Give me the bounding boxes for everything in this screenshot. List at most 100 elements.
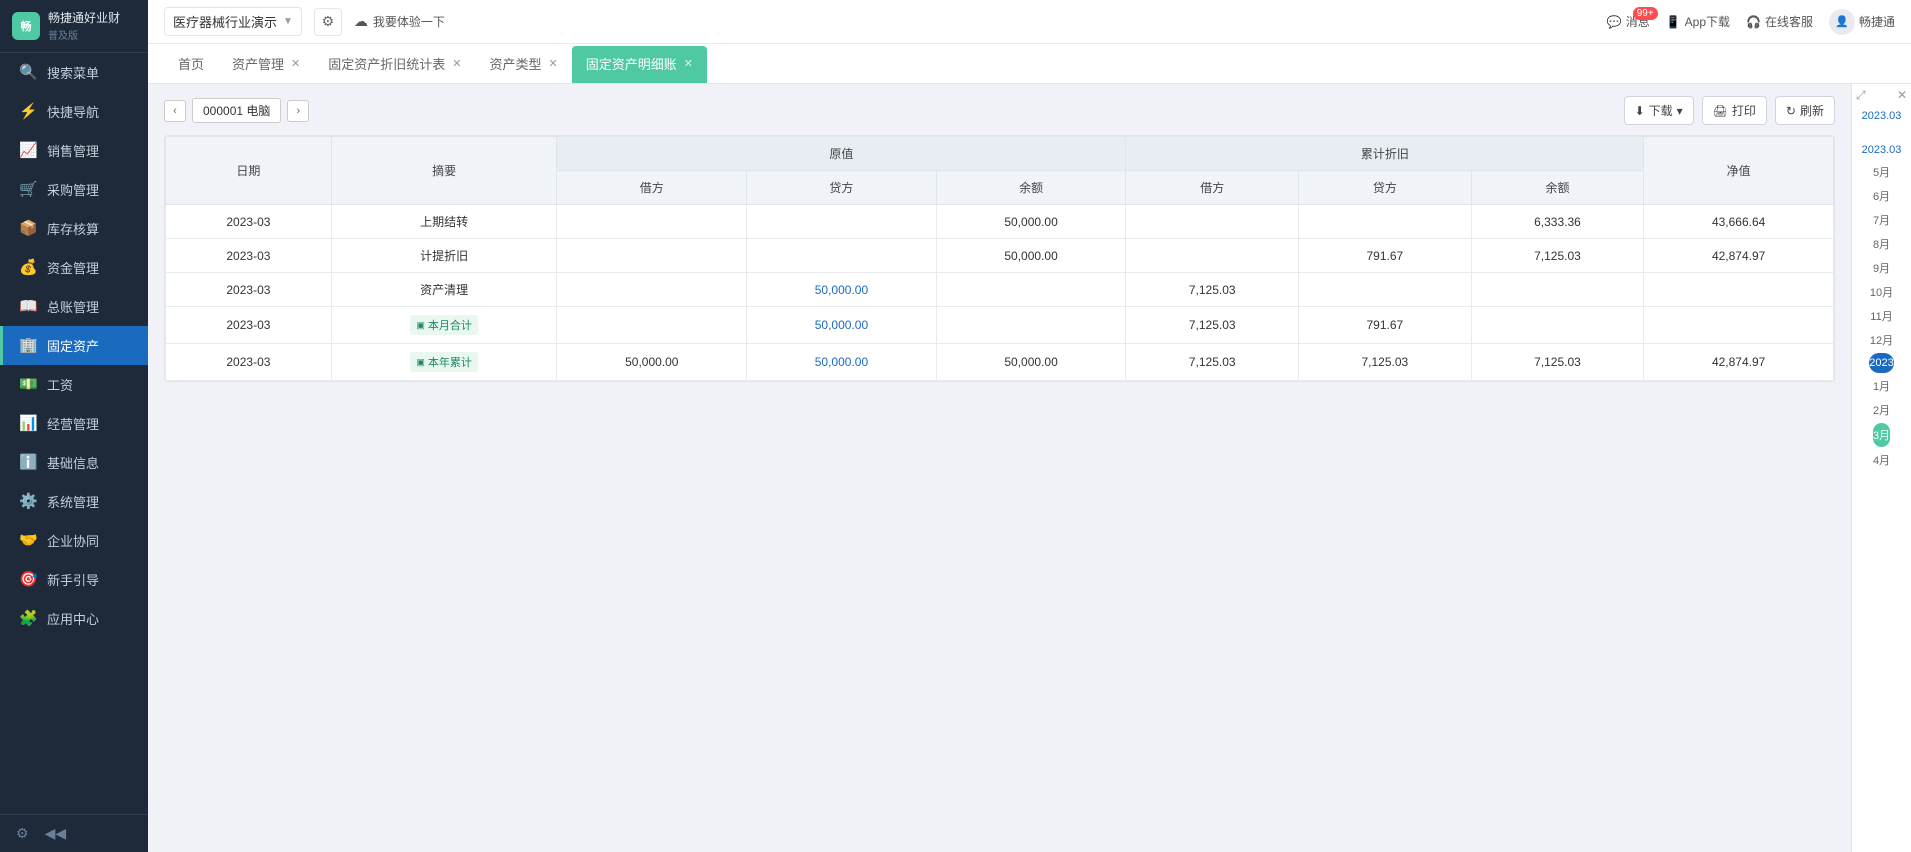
tab-depreciation-stats[interactable]: 固定资产折旧统计表 ✕ xyxy=(314,46,475,83)
sidebar-item-label: 快捷导航 xyxy=(47,102,99,121)
tab-close-icon[interactable]: ✕ xyxy=(291,57,300,70)
sidebar-item-basic-info[interactable]: ℹ️ 基础信息 xyxy=(0,443,148,482)
sidebar-item-salary[interactable]: 💵 工资 xyxy=(0,365,148,404)
service-button[interactable]: 🎧 在线客服 xyxy=(1746,13,1813,30)
print-button[interactable]: 🖨 打印 xyxy=(1702,96,1767,125)
sidebar-item-inventory[interactable]: 📦 库存核算 xyxy=(0,209,148,248)
sales-icon: 📈 xyxy=(19,141,37,159)
timeline-item[interactable]: 5月 xyxy=(1852,160,1911,184)
inventory-icon: 📦 xyxy=(19,219,37,237)
timeline-item[interactable]: 11月 xyxy=(1852,304,1911,328)
sidebar-item-app-center[interactable]: 🧩 应用中心 xyxy=(0,599,148,638)
company-dropdown-arrow: ▼ xyxy=(283,16,293,27)
sidebar-item-sales[interactable]: 📈 销售管理 xyxy=(0,131,148,170)
sidebar-item-guide[interactable]: 🎯 新手引导 xyxy=(0,560,148,599)
sidebar: 畅 畅捷通好业财 普及版 🔍 搜索菜单 ⚡ 快捷导航 📈 销售管理 🛒 采购管理 xyxy=(0,0,148,852)
logo-text: 畅捷通好业财 xyxy=(48,10,120,27)
basic-info-icon: ℹ️ xyxy=(19,453,37,471)
timeline-item[interactable]: 9月 xyxy=(1852,256,1911,280)
tab-close-icon[interactable]: ✕ xyxy=(684,57,693,70)
message-badge: 99+ xyxy=(1633,7,1658,20)
cell-net: 42,874.97 xyxy=(1644,344,1834,381)
tab-asset-detail[interactable]: 固定资产明细账 ✕ xyxy=(572,46,707,83)
sidebar-item-purchase[interactable]: 🛒 采购管理 xyxy=(0,170,148,209)
logo-icon: 畅 xyxy=(12,12,40,40)
sidebar-bottom: ⚙ ◀◀ xyxy=(0,814,148,852)
col-credit: 贷方 xyxy=(747,171,937,205)
dropdown-arrow: ▾ xyxy=(1677,104,1683,118)
settings-icon[interactable]: ⚙ xyxy=(16,825,29,842)
operations-icon: 📊 xyxy=(19,414,37,432)
tab-label: 资产管理 xyxy=(232,54,284,73)
toolbar-row: ‹ 000001 电脑 › ⬇ 下载 ▾ 🖨 打印 ↻ xyxy=(164,96,1835,125)
cell-acc-debit xyxy=(1126,239,1299,273)
gear-button[interactable]: ⚙ xyxy=(314,8,342,36)
tab-asset-type[interactable]: 资产类型 ✕ xyxy=(475,46,571,83)
timeline-header-sub: 2023.03 xyxy=(1862,144,1902,156)
timeline-item[interactable]: 1月 xyxy=(1852,374,1911,398)
tab-asset-management[interactable]: 资产管理 ✕ xyxy=(218,46,314,83)
tab-close-icon[interactable]: ✕ xyxy=(452,57,461,70)
tab-close-icon[interactable]: ✕ xyxy=(549,57,558,70)
cell-acc-balance: 7,125.03 xyxy=(1471,344,1644,381)
sidebar-item-finance[interactable]: 💰 资金管理 xyxy=(0,248,148,287)
sidebar-item-enterprise[interactable]: 🤝 企业协同 xyxy=(0,521,148,560)
sidebar-item-label: 资金管理 xyxy=(47,258,99,277)
cell-date: 2023-03 xyxy=(166,344,332,381)
sidebar-item-quick-nav[interactable]: ⚡ 快捷导航 xyxy=(0,92,148,131)
cell-acc-balance xyxy=(1471,307,1644,344)
cell-summary: 资产清理 xyxy=(331,273,557,307)
timeline-item[interactable]: 10月 xyxy=(1852,280,1911,304)
timeline-item[interactable]: 3月 xyxy=(1873,423,1890,447)
prev-record-button[interactable]: ‹ xyxy=(164,100,186,122)
experience-button[interactable]: ☁ 我要体验一下 xyxy=(354,13,445,30)
close-panel-icon[interactable]: ✕ xyxy=(1897,88,1907,102)
company-selector[interactable]: 医疗器械行业演示 ▼ xyxy=(164,7,302,36)
sidebar-item-system[interactable]: ⚙️ 系统管理 xyxy=(0,482,148,521)
tab-home[interactable]: 首页 xyxy=(164,46,218,83)
timeline-item[interactable]: 2023 xyxy=(1869,353,1893,373)
sidebar-item-label: 采购管理 xyxy=(47,180,99,199)
download-button[interactable]: 📱 App下载 xyxy=(1666,13,1730,30)
timeline-item[interactable]: 6月 xyxy=(1852,184,1911,208)
sidebar-item-ledger[interactable]: 📖 总账管理 xyxy=(0,287,148,326)
user-menu[interactable]: 👤 畅捷通 xyxy=(1829,9,1895,35)
refresh-button[interactable]: ↻ 刷新 xyxy=(1775,96,1835,125)
cell-orig-balance xyxy=(936,307,1126,344)
cell-summary: 本年累计 xyxy=(331,344,557,381)
download-button[interactable]: ⬇ 下载 ▾ xyxy=(1624,96,1694,125)
timeline-item[interactable]: 7月 xyxy=(1852,208,1911,232)
download-icon: 📱 xyxy=(1666,15,1681,29)
message-button[interactable]: 💬 消息 99+ xyxy=(1607,13,1650,30)
cell-orig-debit xyxy=(557,205,747,239)
cell-orig-debit xyxy=(557,273,747,307)
cell-summary: 计提折旧 xyxy=(331,239,557,273)
collapse-icon[interactable]: ◀◀ xyxy=(45,825,67,842)
cell-orig-balance: 50,000.00 xyxy=(936,205,1126,239)
sidebar-logo: 畅 畅捷通好业财 普及版 xyxy=(0,0,148,53)
cell-acc-balance: 7,125.03 xyxy=(1471,239,1644,273)
table-row: 2023-03 资产清理 50,000.00 7,125.03 xyxy=(166,273,1834,307)
sidebar-item-fixed-assets[interactable]: 🏢 固定资产 xyxy=(0,326,148,365)
top-header: 医疗器械行业演示 ▼ ⚙ ☁ 我要体验一下 💬 消息 99+ 📱 App下载 🎧… xyxy=(148,0,1911,44)
timeline-item[interactable]: 4月 xyxy=(1852,448,1911,472)
next-record-button[interactable]: › xyxy=(287,100,309,122)
timeline-header-top: 2023.03 xyxy=(1862,110,1902,122)
cell-acc-credit: 791.67 xyxy=(1299,307,1472,344)
timeline-item[interactable]: 8月 xyxy=(1852,232,1911,256)
cell-acc-balance xyxy=(1471,273,1644,307)
sidebar-item-label: 总账管理 xyxy=(47,297,99,316)
timeline-item[interactable]: 2月 xyxy=(1852,398,1911,422)
message-icon: 💬 xyxy=(1607,15,1622,29)
expand-panel-icon[interactable]: ⤢ xyxy=(1856,88,1866,103)
company-name: 医疗器械行业演示 xyxy=(173,12,277,31)
sidebar-item-operations[interactable]: 📊 经营管理 xyxy=(0,404,148,443)
timeline-item[interactable]: 12月 xyxy=(1852,328,1911,352)
search-icon: 🔍 xyxy=(19,63,37,81)
cell-acc-debit: 7,125.03 xyxy=(1126,344,1299,381)
top-actions: 💬 消息 99+ 📱 App下载 🎧 在线客服 👤 畅捷通 xyxy=(1607,9,1895,35)
cell-orig-debit: 50,000.00 xyxy=(557,344,747,381)
sidebar-item-search[interactable]: 🔍 搜索菜单 xyxy=(0,53,148,92)
tab-label: 固定资产明细账 xyxy=(586,54,677,73)
tab-label: 首页 xyxy=(178,54,204,73)
